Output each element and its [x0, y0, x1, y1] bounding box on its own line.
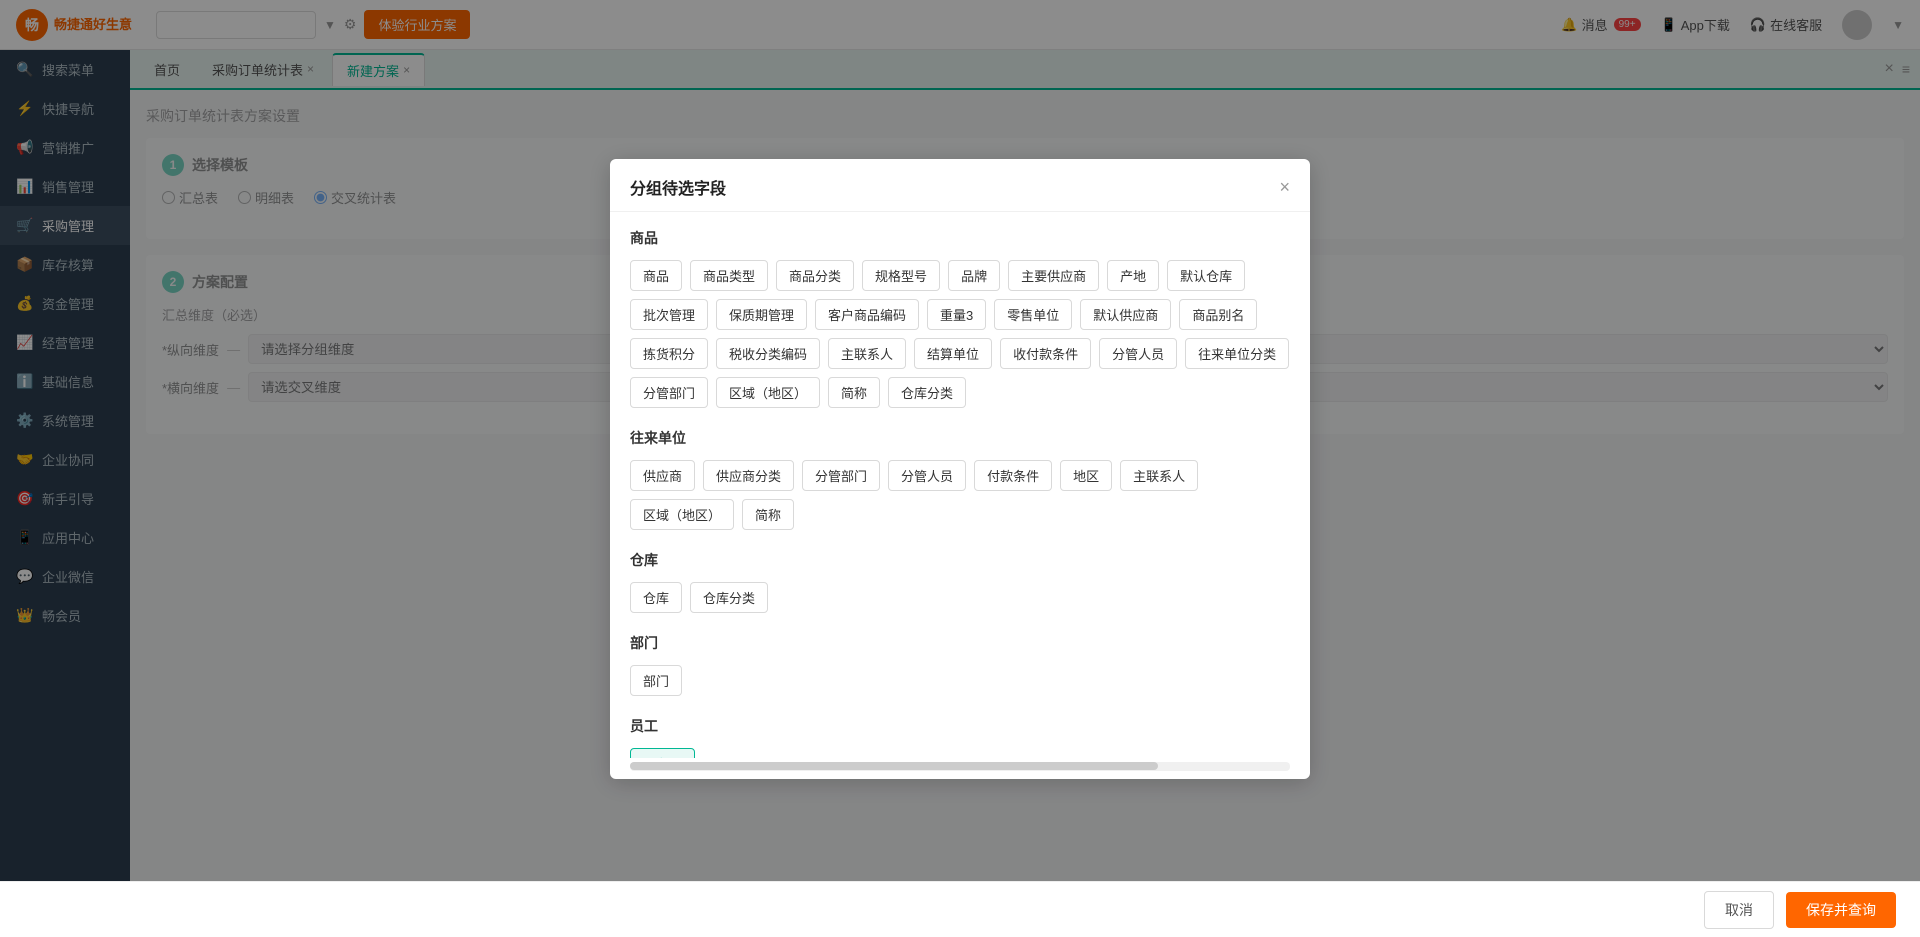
section-employee-tags: 业务员 — [630, 748, 1290, 758]
section-warehouse-title: 仓库 — [630, 550, 1290, 570]
field-tag-expiry[interactable]: 保质期管理 — [716, 299, 807, 330]
section-product-tags: 商品 商品类型 商品分类 规格型号 品牌 主要供应商 产地 默认仓库 批次管理 … — [630, 260, 1290, 408]
section-warehouse-tags: 仓库 仓库分类 — [630, 582, 1290, 613]
field-tag-product[interactable]: 商品 — [630, 260, 682, 291]
field-tag-dept[interactable]: 分管部门 — [630, 377, 708, 408]
section-counterpart-title: 往来单位 — [630, 428, 1290, 448]
field-tag-warehouse-category[interactable]: 仓库分类 — [888, 377, 966, 408]
field-tag-product-type[interactable]: 商品类型 — [690, 260, 768, 291]
field-tag-payment-terms[interactable]: 收付款条件 — [1000, 338, 1091, 369]
footer-bar: 取消 保存并查询 — [0, 881, 1920, 937]
save-button[interactable]: 保存并查询 — [1786, 892, 1896, 928]
modal-close-button[interactable]: × — [1279, 178, 1290, 196]
modal-hscrollbar[interactable] — [630, 762, 1290, 771]
section-product-title: 商品 — [630, 228, 1290, 248]
modal-header: 分组待选字段 × — [610, 159, 1310, 212]
field-tag-tax-code[interactable]: 税收分类编码 — [716, 338, 820, 369]
field-tag-default-supplier[interactable]: 默认供应商 — [1080, 299, 1171, 330]
modal-body: 商品 商品 商品类型 商品分类 规格型号 品牌 主要供应商 产地 默认仓库 批次… — [610, 212, 1310, 758]
field-tag-spec[interactable]: 规格型号 — [862, 260, 940, 291]
field-tag-settlement-unit[interactable]: 结算单位 — [914, 338, 992, 369]
field-tag-default-warehouse[interactable]: 默认仓库 — [1167, 260, 1245, 291]
section-department-tags: 部门 — [630, 665, 1290, 696]
modal-field-select: 分组待选字段 × 商品 商品 商品类型 商品分类 规格型号 品牌 主要供应商 产… — [610, 159, 1310, 779]
field-tag-short-name2[interactable]: 简称 — [742, 499, 794, 530]
field-tag-product-category[interactable]: 商品分类 — [776, 260, 854, 291]
field-tag-main-contact[interactable]: 主联系人 — [828, 338, 906, 369]
field-tag-main-contact2[interactable]: 主联系人 — [1120, 460, 1198, 491]
section-employee: 员工 业务员 — [630, 716, 1290, 758]
field-tag-region[interactable]: 区域（地区） — [716, 377, 820, 408]
field-tag-area[interactable]: 地区 — [1060, 460, 1112, 491]
field-tag-supplier-category[interactable]: 供应商分类 — [703, 460, 794, 491]
field-tag-batch[interactable]: 批次管理 — [630, 299, 708, 330]
field-tag-retail-unit[interactable]: 零售单位 — [994, 299, 1072, 330]
field-tag-warehouse-cat[interactable]: 仓库分类 — [690, 582, 768, 613]
field-tag-payment-cond[interactable]: 付款条件 — [974, 460, 1052, 491]
cancel-button[interactable]: 取消 — [1704, 891, 1774, 929]
field-tag-salesperson[interactable]: 业务员 — [630, 748, 695, 758]
section-department: 部门 部门 — [630, 633, 1290, 696]
field-tag-department[interactable]: 部门 — [630, 665, 682, 696]
section-warehouse: 仓库 仓库 仓库分类 — [630, 550, 1290, 613]
section-department-title: 部门 — [630, 633, 1290, 653]
field-tag-short-name[interactable]: 简称 — [828, 377, 880, 408]
section-counterpart: 往来单位 供应商 供应商分类 分管部门 分管人员 付款条件 地区 主联系人 区域… — [630, 428, 1290, 530]
section-employee-title: 员工 — [630, 716, 1290, 736]
field-tag-main-supplier[interactable]: 主要供应商 — [1008, 260, 1099, 291]
field-tag-weight[interactable]: 重量3 — [927, 299, 986, 330]
field-tag-supplier[interactable]: 供应商 — [630, 460, 695, 491]
modal-hscrollbar-thumb — [630, 762, 1158, 770]
field-tag-customer-code[interactable]: 客户商品编码 — [815, 299, 919, 330]
field-tag-supervisor2[interactable]: 分管人员 — [888, 460, 966, 491]
field-tag-brand[interactable]: 品牌 — [948, 260, 1000, 291]
modal-overlay: 分组待选字段 × 商品 商品 商品类型 商品分类 规格型号 品牌 主要供应商 产… — [0, 0, 1920, 937]
field-tag-region2[interactable]: 区域（地区） — [630, 499, 734, 530]
field-tag-origin[interactable]: 产地 — [1107, 260, 1159, 291]
section-counterpart-tags: 供应商 供应商分类 分管部门 分管人员 付款条件 地区 主联系人 区域（地区） … — [630, 460, 1290, 530]
field-tag-dept2[interactable]: 分管部门 — [802, 460, 880, 491]
field-tag-warehouse[interactable]: 仓库 — [630, 582, 682, 613]
field-tag-alias[interactable]: 商品别名 — [1179, 299, 1257, 330]
modal-title: 分组待选字段 — [630, 175, 726, 199]
field-tag-pick-points[interactable]: 拣货积分 — [630, 338, 708, 369]
section-product: 商品 商品 商品类型 商品分类 规格型号 品牌 主要供应商 产地 默认仓库 批次… — [630, 228, 1290, 408]
field-tag-counterpart-category[interactable]: 往来单位分类 — [1185, 338, 1289, 369]
field-tag-supervisor[interactable]: 分管人员 — [1099, 338, 1177, 369]
